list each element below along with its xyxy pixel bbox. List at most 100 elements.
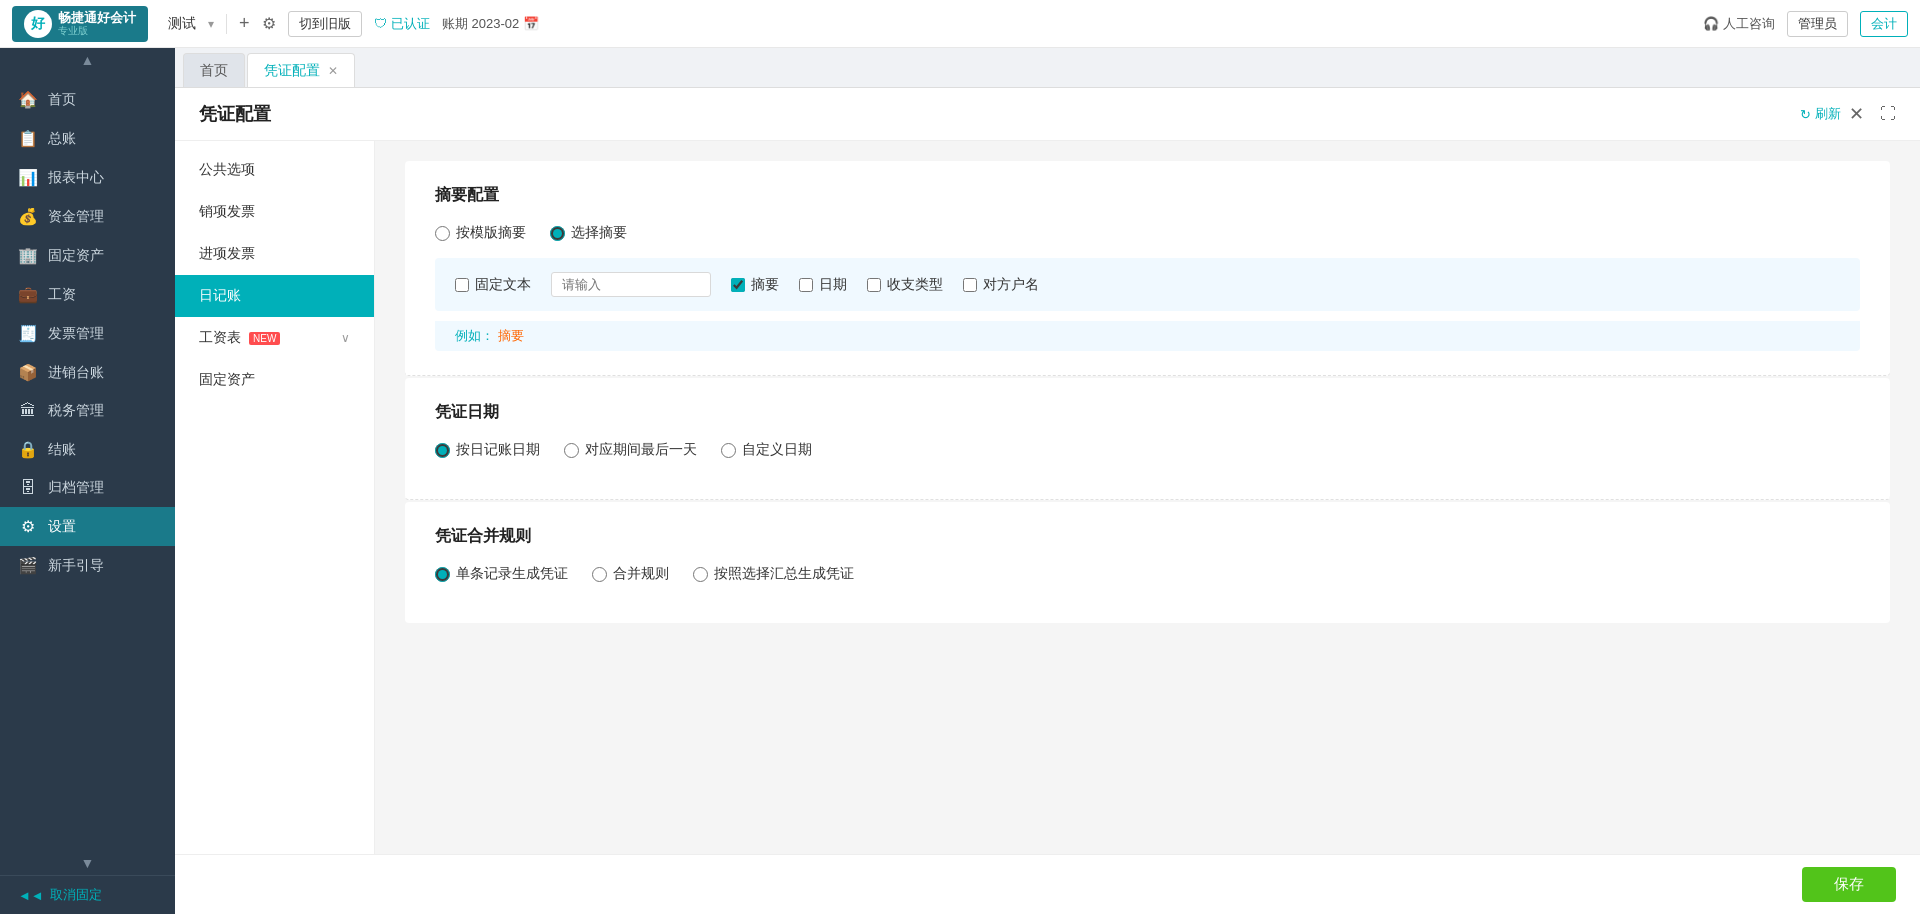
date-title: 凭证日期 (435, 402, 1860, 423)
left-nav-journal[interactable]: 日记账 (175, 275, 374, 317)
left-nav-payroll[interactable]: 工资表 NEW ∨ (175, 317, 374, 359)
calendar-icon[interactable]: 📅 (523, 16, 539, 31)
sidebar-item-report[interactable]: 📊 报表中心 (0, 158, 175, 197)
sidebar-item-label: 新手引导 (48, 557, 104, 575)
sidebar-item-settings[interactable]: ⚙ 设置 (0, 507, 175, 546)
pay-type-checkbox[interactable]: 收支类型 (867, 276, 943, 294)
example-label: 例如： (455, 328, 494, 343)
expand-button[interactable]: ⛶ (1880, 105, 1896, 123)
merge-rule-input[interactable] (592, 567, 607, 582)
add-button[interactable]: + (239, 13, 250, 34)
period-last-input[interactable] (564, 443, 579, 458)
summary-radio-group: 按模版摘要 选择摘要 (435, 224, 1860, 242)
tab-close-icon[interactable]: ✕ (328, 64, 338, 78)
period-value: 2023-02 (472, 16, 520, 31)
tab-home[interactable]: 首页 (183, 53, 245, 87)
config-content: 摘要配置 按模版摘要 选择摘要 (375, 141, 1920, 854)
certified-icon: 🛡 (374, 16, 387, 31)
user-button[interactable]: 管理员 (1787, 11, 1848, 37)
sidebar-item-invoice[interactable]: 🧾 发票管理 (0, 314, 175, 353)
refresh-label: 刷新 (1815, 105, 1841, 123)
summary-select-label: 选择摘要 (571, 224, 627, 242)
single-record-radio[interactable]: 单条记录生成凭证 (435, 565, 568, 583)
period-last-radio[interactable]: 对应期间最后一天 (564, 441, 697, 459)
left-nav-fixed-assets[interactable]: 固定资产 (175, 359, 374, 401)
save-button[interactable]: 保存 (1802, 867, 1896, 902)
journal-date-input[interactable] (435, 443, 450, 458)
date-checkbox[interactable]: 日期 (799, 276, 847, 294)
cancel-pin-button[interactable]: ◄◄ 取消固定 (0, 875, 175, 914)
sidebar-item-label: 固定资产 (48, 247, 104, 265)
left-arrow-icon: ◄◄ (18, 888, 44, 903)
sidebar-item-salary[interactable]: 💼 工资 (0, 275, 175, 314)
config-wrapper: 凭证配置 ↻ 刷新 ✕ ⛶ 公共选项 (175, 88, 1920, 914)
sidebar-item-trade[interactable]: 📦 进销台账 (0, 353, 175, 392)
sidebar-item-home[interactable]: 🏠 首页 (0, 80, 175, 119)
summary-template-radio[interactable]: 按模版摘要 (435, 224, 526, 242)
custom-date-label: 自定义日期 (742, 441, 812, 459)
sidebar-scroll-up[interactable]: ▲ (0, 48, 175, 72)
support-button[interactable]: 🎧 人工咨询 (1703, 15, 1775, 33)
summary-select-radio[interactable]: 选择摘要 (550, 224, 627, 242)
pay-type-input[interactable] (867, 278, 881, 292)
date-input[interactable] (799, 278, 813, 292)
refresh-button[interactable]: ↻ 刷新 (1800, 105, 1841, 123)
single-record-input[interactable] (435, 567, 450, 582)
tab-voucher-config[interactable]: 凭证配置 ✕ (247, 53, 355, 87)
accountant-button[interactable]: 会计 (1860, 11, 1908, 37)
counterparty-input[interactable] (963, 278, 977, 292)
period-label: 账期 (442, 15, 468, 33)
company-chevron[interactable]: ▾ (208, 17, 214, 31)
summary-select-input[interactable] (550, 226, 565, 241)
logo-icon: 好 (24, 10, 52, 38)
close-button[interactable]: ✕ (1849, 103, 1864, 125)
sidebar-item-label: 工资 (48, 286, 76, 304)
example-value: 摘要 (498, 328, 524, 343)
new-badge: NEW (249, 332, 280, 345)
summary-input[interactable] (731, 278, 745, 292)
journal-date-label: 按日记账日期 (456, 441, 540, 459)
select-summary-radio[interactable]: 按照选择汇总生成凭证 (693, 565, 854, 583)
sidebar-item-ledger[interactable]: 📋 总账 (0, 119, 175, 158)
logo-text: 畅捷通好会计 (58, 10, 136, 26)
left-nav-public[interactable]: 公共选项 (175, 149, 374, 191)
journal-date-radio[interactable]: 按日记账日期 (435, 441, 540, 459)
settings-icon[interactable]: ⚙ (262, 14, 276, 33)
sidebar-item-fund[interactable]: 💰 资金管理 (0, 197, 175, 236)
sidebar-item-closing[interactable]: 🔒 结账 (0, 430, 175, 469)
summary-label: 摘要 (751, 276, 779, 294)
fixed-text-label: 固定文本 (475, 276, 531, 294)
period-last-label: 对应期间最后一天 (585, 441, 697, 459)
sidebar-scroll-down[interactable]: ▼ (0, 851, 175, 875)
summary-checkbox[interactable]: 摘要 (731, 276, 779, 294)
sidebar-item-label: 总账 (48, 130, 76, 148)
sidebar-item-archive[interactable]: 🗄 归档管理 (0, 469, 175, 507)
config-body: 公共选项 销项发票 进项发票 日记账 工资表 NEW (175, 141, 1920, 854)
topbar-divider (226, 14, 227, 34)
summary-template-input[interactable] (435, 226, 450, 241)
logo-sub: 专业版 (58, 25, 136, 37)
certified-badge: 🛡 已认证 (374, 15, 430, 33)
fixed-text-field[interactable] (551, 272, 711, 297)
left-nav-sales-invoice[interactable]: 销项发票 (175, 191, 374, 233)
sidebar-item-tax[interactable]: 🏛 税务管理 (0, 392, 175, 430)
fixed-text-checkbox[interactable]: 固定文本 (455, 276, 531, 294)
sidebar-item-asset[interactable]: 🏢 固定资产 (0, 236, 175, 275)
sidebar-item-guide[interactable]: 🎬 新手引导 (0, 546, 175, 585)
select-summary-input[interactable] (693, 567, 708, 582)
left-nav: 公共选项 销项发票 进项发票 日记账 工资表 NEW (175, 141, 375, 854)
tab-voucher-config-label: 凭证配置 (264, 62, 320, 80)
sidebar-scroll: 🏠 首页 📋 总账 📊 报表中心 💰 资金管理 🏢 固定资产 💼 工资 (0, 72, 175, 851)
left-nav-purchase-invoice[interactable]: 进项发票 (175, 233, 374, 275)
summary-template-label: 按模版摘要 (456, 224, 526, 242)
counterparty-checkbox[interactable]: 对方户名 (963, 276, 1039, 294)
summary-title: 摘要配置 (435, 185, 1860, 206)
fixed-text-input[interactable] (455, 278, 469, 292)
custom-date-input[interactable] (721, 443, 736, 458)
custom-date-radio[interactable]: 自定义日期 (721, 441, 812, 459)
merge-section: 凭证合并规则 单条记录生成凭证 合并规则 (405, 502, 1890, 623)
cancel-pin-label: 取消固定 (50, 886, 102, 904)
switch-version-button[interactable]: 切到旧版 (288, 11, 362, 37)
tax-icon: 🏛 (18, 402, 38, 420)
merge-rule-radio[interactable]: 合并规则 (592, 565, 669, 583)
